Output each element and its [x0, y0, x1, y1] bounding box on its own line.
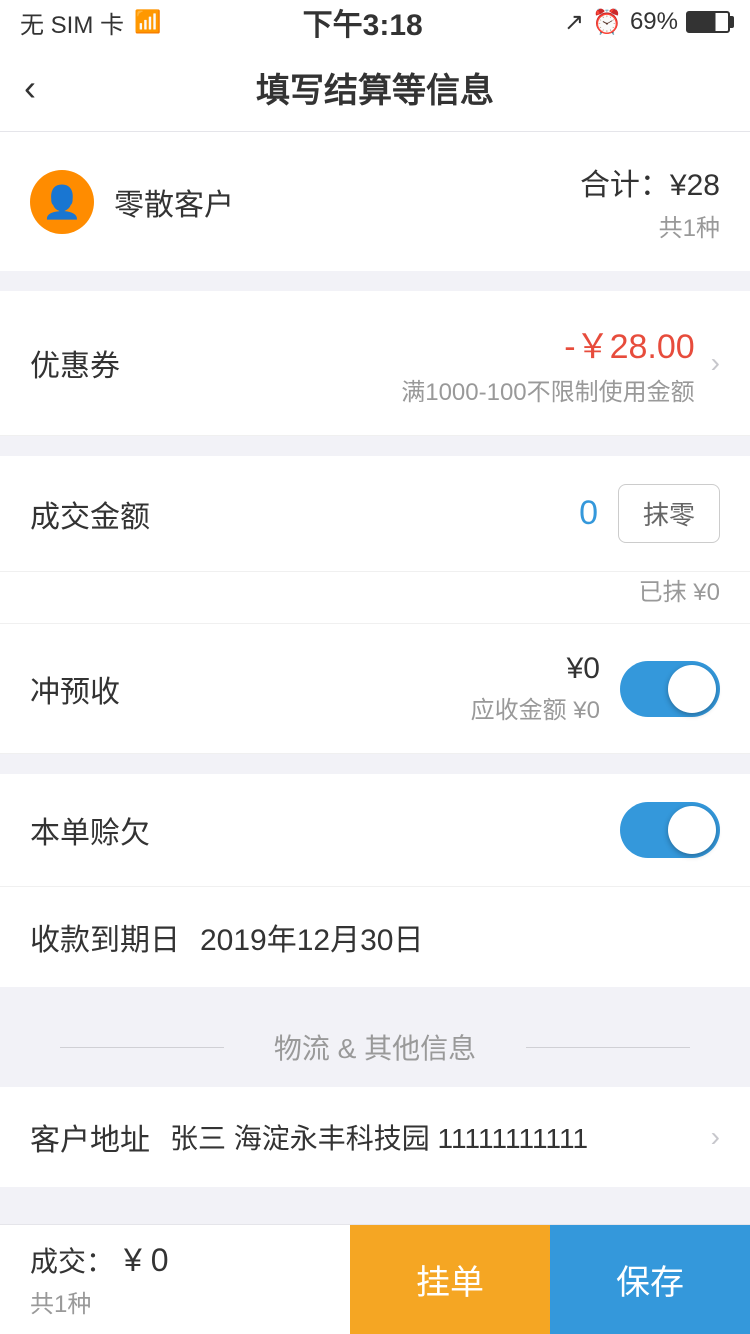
bottom-count: 共1种	[30, 1284, 320, 1319]
avatar-icon: 👤	[42, 183, 82, 221]
wifi-icon: 📶	[134, 9, 161, 35]
no-sim-text: 无 SIM 卡	[20, 5, 124, 40]
content: 👤 零散客户 合计：¥28 共1种 优惠券 -￥28.00 满1000-100不…	[0, 132, 750, 1327]
prepayment-value-col: ¥0 应收金额 ¥0	[471, 652, 600, 725]
customer-total: 合计：¥28	[580, 160, 720, 204]
transaction-label: 成交金额	[30, 492, 150, 536]
bottom-transaction-row: 成交： ¥ 0	[30, 1240, 320, 1280]
bottom-bar: 成交： ¥ 0 共1种 挂单 保存	[0, 1224, 750, 1334]
debt-toggle-knob	[668, 806, 716, 854]
bottom-transaction-amount: ¥ 0	[124, 1242, 168, 1279]
transaction-amount-row: 成交金额 0 抹零	[0, 456, 750, 572]
coupon-value-col: -￥28.00 满1000-100不限制使用金额	[401, 319, 694, 407]
round-zero-button[interactable]: 抹零	[618, 484, 720, 543]
due-date-row: 收款到期日 2019年12月30日	[0, 886, 750, 987]
logistics-label: 物流 & 其他信息	[274, 1027, 476, 1067]
hang-button[interactable]: 挂单	[350, 1225, 550, 1334]
customer-count: 共1种	[580, 208, 720, 243]
transaction-right: 0 抹零	[579, 484, 720, 543]
coupon-label: 优惠券	[30, 341, 120, 385]
debt-label: 本单赊欠	[30, 808, 150, 852]
debt-row: 本单赊欠	[0, 774, 750, 886]
status-right: ↗ ⏰ 69%	[564, 8, 730, 37]
transaction-value: 0	[579, 494, 598, 533]
debt-toggle[interactable]	[620, 802, 720, 858]
bottom-info: 成交： ¥ 0 共1种	[0, 1240, 350, 1319]
avatar: 👤	[30, 170, 94, 234]
alarm-icon: ⏰	[592, 8, 622, 37]
logistics-divider: 物流 & 其他信息	[0, 1007, 750, 1087]
back-button[interactable]: ‹	[24, 67, 36, 109]
prepayment-sub: 应收金额 ¥0	[471, 690, 600, 725]
coupon-discount: -￥28.00	[401, 319, 694, 368]
divider-left	[60, 1047, 224, 1048]
status-time: 下午3:18	[303, 0, 423, 44]
due-date-label: 收款到期日	[30, 915, 180, 959]
location-icon: ↗	[564, 8, 584, 37]
customer-name: 零散客户	[114, 180, 234, 224]
logistics-label-row: 物流 & 其他信息	[30, 1027, 720, 1067]
address-section: 客户地址 张三 海淀永丰科技园 11111111111 ›	[0, 1087, 750, 1187]
hang-button-label: 挂单	[416, 1255, 484, 1304]
prepayment-value: ¥0	[471, 652, 600, 686]
customer-left: 👤 零散客户	[30, 170, 234, 234]
battery-icon	[686, 11, 730, 33]
nav-bar: ‹ 填写结算等信息	[0, 44, 750, 132]
address-label: 客户地址	[30, 1115, 150, 1159]
battery-text: 69%	[630, 8, 678, 36]
divider-right	[526, 1047, 690, 1048]
save-button[interactable]: 保存	[550, 1225, 750, 1334]
prepayment-right: ¥0 应收金额 ¥0	[471, 652, 720, 725]
coupon-row[interactable]: 优惠券 -￥28.00 满1000-100不限制使用金额 ›	[0, 291, 750, 436]
customer-right: 合计：¥28 共1种	[580, 160, 720, 243]
status-bar: 无 SIM 卡 📶 下午3:18 ↗ ⏰ 69%	[0, 0, 750, 44]
address-chevron-icon: ›	[711, 1121, 720, 1153]
transaction-section: 成交金额 0 抹零 已抹 ¥0 冲预收 ¥0 应收金额 ¥0	[0, 456, 750, 754]
address-row[interactable]: 客户地址 张三 海淀永丰科技园 11111111111 ›	[0, 1087, 750, 1187]
page-title: 填写结算等信息	[256, 63, 494, 112]
prepayment-toggle[interactable]	[620, 661, 720, 717]
coupon-section: 优惠券 -￥28.00 满1000-100不限制使用金额 ›	[0, 291, 750, 436]
prepayment-row: 冲预收 ¥0 应收金额 ¥0	[0, 624, 750, 754]
due-date-value: 2019年12月30日	[200, 915, 423, 959]
prepayment-label: 冲预收	[30, 667, 120, 711]
customer-row: 👤 零散客户 合计：¥28 共1种	[0, 132, 750, 271]
coupon-right: -￥28.00 满1000-100不限制使用金额 ›	[401, 319, 720, 407]
save-button-label: 保存	[616, 1255, 684, 1304]
chevron-right-icon: ›	[711, 347, 720, 379]
debt-section: 本单赊欠 收款到期日 2019年12月30日	[0, 774, 750, 987]
status-left: 无 SIM 卡 📶	[20, 5, 161, 40]
coupon-description: 满1000-100不限制使用金额	[401, 372, 694, 407]
bottom-transaction-label: 成交：	[30, 1240, 114, 1280]
address-value: 张三 海淀永丰科技园 11111111111	[170, 1117, 711, 1157]
toggle-knob	[668, 665, 716, 713]
round-sub-label: 已抹 ¥0	[639, 579, 720, 606]
